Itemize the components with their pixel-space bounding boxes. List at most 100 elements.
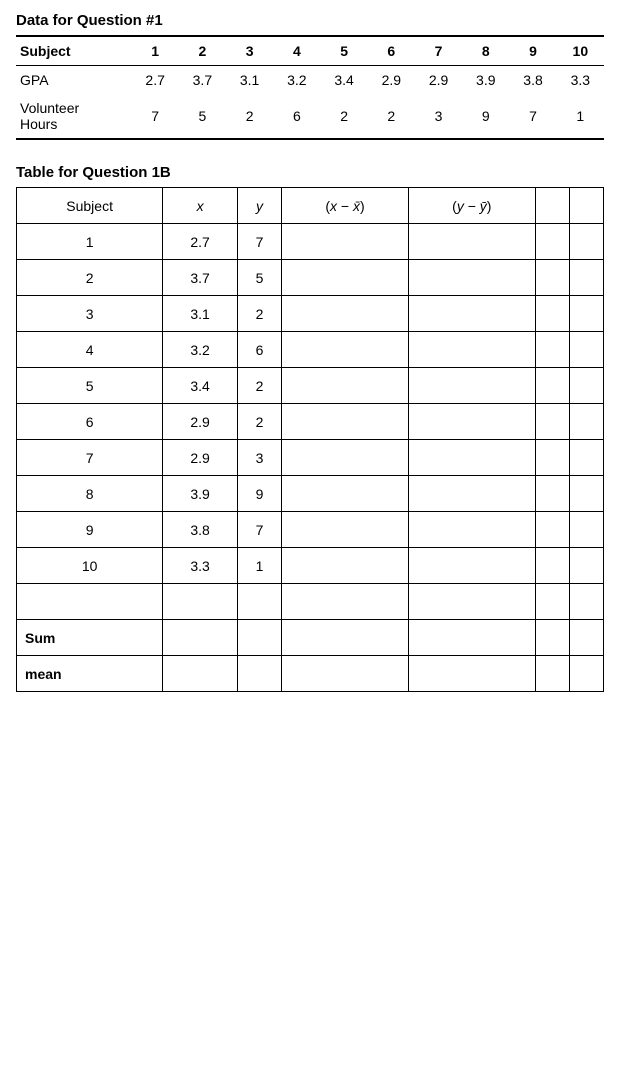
q1b-x-10: 3.3: [163, 548, 238, 584]
q1b-c7-9: [569, 512, 603, 548]
q1b-empty-5: [408, 584, 535, 620]
section1-title: Data for Question #1: [16, 12, 604, 29]
q1b-row-5: 5 3.4 2: [17, 368, 604, 404]
gpa-label: GPA: [16, 66, 132, 95]
gpa-5: 3.4: [320, 66, 367, 95]
vol-4: 6: [273, 94, 320, 139]
q1b-subject-9: 9: [17, 512, 163, 548]
gpa-8: 3.9: [462, 66, 509, 95]
q1b-subject-2: 2: [17, 260, 163, 296]
q1b-xdiff-2: [282, 260, 409, 296]
q1b-x-8: 3.9: [163, 476, 238, 512]
q1b-mean-label: mean: [17, 656, 163, 692]
q1b-mean-row: mean: [17, 656, 604, 692]
q1b-row-6: 6 2.9 2: [17, 404, 604, 440]
q1b-xdiff-8: [282, 476, 409, 512]
q1b-c6-5: [535, 368, 569, 404]
col-header-subject: Subject: [16, 36, 132, 66]
q1b-c7-3: [569, 296, 603, 332]
q1b-c7-1: [569, 224, 603, 260]
col-header-8: 8: [462, 36, 509, 66]
table-header-row: Subject 1 2 3 4 5 6 7 8 9 10: [16, 36, 604, 66]
q1b-ydiff-1: [408, 224, 535, 260]
q1b-subject-8: 8: [17, 476, 163, 512]
q1b-y-10: 1: [237, 548, 281, 584]
q1b-ydiff-9: [408, 512, 535, 548]
q1b-col-x: x: [163, 188, 238, 224]
q1b-x-2: 3.7: [163, 260, 238, 296]
q1b-empty-4: [282, 584, 409, 620]
q1b-y-3: 2: [237, 296, 281, 332]
q1b-empty-7: [569, 584, 603, 620]
q1b-x-5: 3.4: [163, 368, 238, 404]
q1b-empty-2: [163, 584, 238, 620]
q1b-c7-4: [569, 332, 603, 368]
gpa-6: 2.9: [368, 66, 415, 95]
q1b-xdiff-6: [282, 404, 409, 440]
q1b-empty-6: [535, 584, 569, 620]
vol-7: 3: [415, 94, 462, 139]
q1b-c7-10: [569, 548, 603, 584]
q1b-mean-y: [237, 656, 281, 692]
q1b-xdiff-1: [282, 224, 409, 260]
q1b-c7-8: [569, 476, 603, 512]
q1b-c6-8: [535, 476, 569, 512]
q1b-c6-1: [535, 224, 569, 260]
q1b-empty-1: [17, 584, 163, 620]
q1b-subject-6: 6: [17, 404, 163, 440]
q1b-xdiff-7: [282, 440, 409, 476]
vol-9: 7: [509, 94, 556, 139]
q1b-xdiff-9: [282, 512, 409, 548]
q1b-ydiff-2: [408, 260, 535, 296]
q1b-empty-3: [237, 584, 281, 620]
q1b-x-3: 3.1: [163, 296, 238, 332]
q1b-sum-row: Sum: [17, 620, 604, 656]
q1b-sum-c7: [569, 620, 603, 656]
q1b-ydiff-10: [408, 548, 535, 584]
q1b-ydiff-4: [408, 332, 535, 368]
q1b-c6-10: [535, 548, 569, 584]
col-header-9: 9: [509, 36, 556, 66]
section2-container: Table for Question 1B Subject x y (x − x…: [16, 164, 604, 692]
q1b-x-7: 2.9: [163, 440, 238, 476]
q1b-mean-c6: [535, 656, 569, 692]
q1b-c6-7: [535, 440, 569, 476]
gpa-9: 3.8: [509, 66, 556, 95]
gpa-7: 2.9: [415, 66, 462, 95]
gpa-row: GPA 2.7 3.7 3.1 3.2 3.4 2.9 2.9 3.9 3.8 …: [16, 66, 604, 95]
col-header-4: 4: [273, 36, 320, 66]
section1-container: Data for Question #1 Subject 1 2 3 4 5 6…: [16, 12, 604, 140]
col-header-3: 3: [226, 36, 273, 66]
volunteer-label: VolunteerHours: [16, 94, 132, 139]
vol-2: 5: [179, 94, 226, 139]
q1b-ydiff-6: [408, 404, 535, 440]
q1b-subject-3: 3: [17, 296, 163, 332]
q1b-sum-x: [163, 620, 238, 656]
q1b-xdiff-10: [282, 548, 409, 584]
vol-3: 2: [226, 94, 273, 139]
q1b-x-4: 3.2: [163, 332, 238, 368]
q1b-subject-5: 5: [17, 368, 163, 404]
vol-6: 2: [368, 94, 415, 139]
q1b-x-1: 2.7: [163, 224, 238, 260]
vol-10: 1: [557, 94, 604, 139]
q1b-row-8: 8 3.9 9: [17, 476, 604, 512]
q1b-y-4: 6: [237, 332, 281, 368]
q1b-subject-10: 10: [17, 548, 163, 584]
q1b-row-7: 7 2.9 3: [17, 440, 604, 476]
vol-8: 9: [462, 94, 509, 139]
q1b-c7-2: [569, 260, 603, 296]
q1b-row-3: 3 3.1 2: [17, 296, 604, 332]
q1b-col-6: [535, 188, 569, 224]
volunteer-row: VolunteerHours 7 5 2 6 2 2 3 9 7 1: [16, 94, 604, 139]
section2-title: Table for Question 1B: [16, 164, 604, 181]
q1b-y-6: 2: [237, 404, 281, 440]
q1b-row-10: 10 3.3 1: [17, 548, 604, 584]
q1b-col-subject: Subject: [17, 188, 163, 224]
q1b-sum-ydiff: [408, 620, 535, 656]
q1b-c6-2: [535, 260, 569, 296]
q1b-y-2: 5: [237, 260, 281, 296]
q1b-subject-4: 4: [17, 332, 163, 368]
q1b-xdiff-5: [282, 368, 409, 404]
col-header-1: 1: [132, 36, 179, 66]
